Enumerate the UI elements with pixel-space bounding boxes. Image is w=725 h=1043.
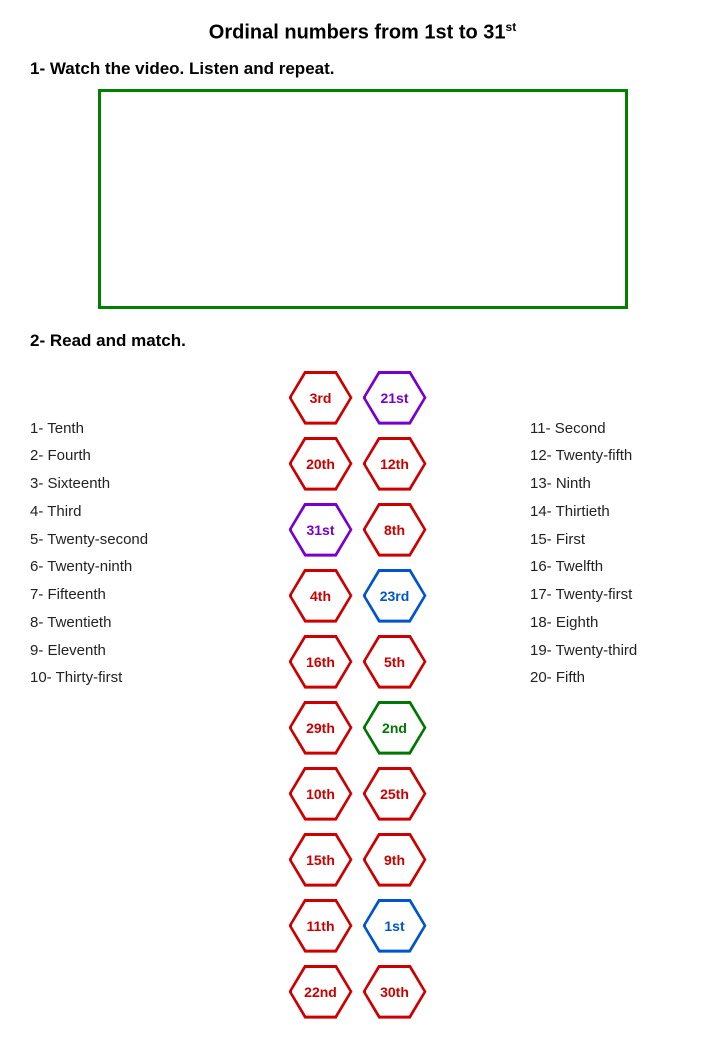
match-area: 1- Tenth2- Fourth3- Sixteenth4- Third5- … <box>30 367 695 1023</box>
hex-right-col: 21st 12th 8th 23rd 5th 2nd 25th 9th 1st 30th <box>363 367 427 1023</box>
hex-shape: 30th <box>363 965 427 1019</box>
hex-shape: 29th <box>289 701 353 755</box>
right-list-item: 12- Twenty-fifth <box>530 442 695 470</box>
video-box <box>98 89 628 309</box>
right-list-item: 17- Twenty-first <box>530 581 695 609</box>
left-list-item: 6- Twenty-ninth <box>30 553 185 581</box>
hex-shape: 10th <box>289 767 353 821</box>
hex-left-col: 3rd 20th 31st 4th 16th 29th 10th 15th 11th 22nd <box>289 367 353 1023</box>
hex-shape: 5th <box>363 635 427 689</box>
right-list-item: 19- Twenty-third <box>530 637 695 665</box>
hex-shape: 4th <box>289 569 353 623</box>
hex-shape: 25th <box>363 767 427 821</box>
hex-shape: 3rd <box>289 371 353 425</box>
left-list-item: 4- Third <box>30 498 185 526</box>
right-list-item: 15- First <box>530 526 695 554</box>
hex-shape: 23rd <box>363 569 427 623</box>
right-list-item: 18- Eighth <box>530 609 695 637</box>
right-list-item: 14- Thirtieth <box>530 498 695 526</box>
hex-shape: 1st <box>363 899 427 953</box>
section2-label: 2- Read and match. <box>30 331 695 351</box>
left-list-item: 10- Thirty-first <box>30 664 185 692</box>
hex-shape: 11th <box>289 899 353 953</box>
left-list-item: 7- Fifteenth <box>30 581 185 609</box>
right-list-item: 13- Ninth <box>530 470 695 498</box>
right-list-item: 16- Twelfth <box>530 553 695 581</box>
right-list-item: 11- Second <box>530 415 695 443</box>
hex-shape: 21st <box>363 371 427 425</box>
right-list-item: 20- Fifth <box>530 664 695 692</box>
section1-label: 1- Watch the video. Listen and repeat. <box>30 59 695 79</box>
hex-shape: 8th <box>363 503 427 557</box>
hex-shape: 2nd <box>363 701 427 755</box>
hex-shape: 22nd <box>289 965 353 1019</box>
hex-shape: 16th <box>289 635 353 689</box>
page-title: Ordinal numbers from 1st to 31st <box>30 20 695 45</box>
hex-shape: 12th <box>363 437 427 491</box>
left-list-item: 3- Sixteenth <box>30 470 185 498</box>
right-list: 11- Second12- Twenty-fifth13- Ninth14- T… <box>530 367 695 693</box>
hex-shape: 9th <box>363 833 427 887</box>
hex-shape: 20th <box>289 437 353 491</box>
hex-shape: 31st <box>289 503 353 557</box>
left-list-item: 2- Fourth <box>30 442 185 470</box>
left-list-item: 8- Twentieth <box>30 609 185 637</box>
center-columns: 3rd 20th 31st 4th 16th 29th 10th 15th 11th 22nd 2… <box>185 367 530 1023</box>
hex-shape: 15th <box>289 833 353 887</box>
left-list-item: 9- Eleventh <box>30 637 185 665</box>
left-list-item: 1- Tenth <box>30 415 185 443</box>
left-list-item: 5- Twenty-second <box>30 526 185 554</box>
left-list: 1- Tenth2- Fourth3- Sixteenth4- Third5- … <box>30 367 185 693</box>
